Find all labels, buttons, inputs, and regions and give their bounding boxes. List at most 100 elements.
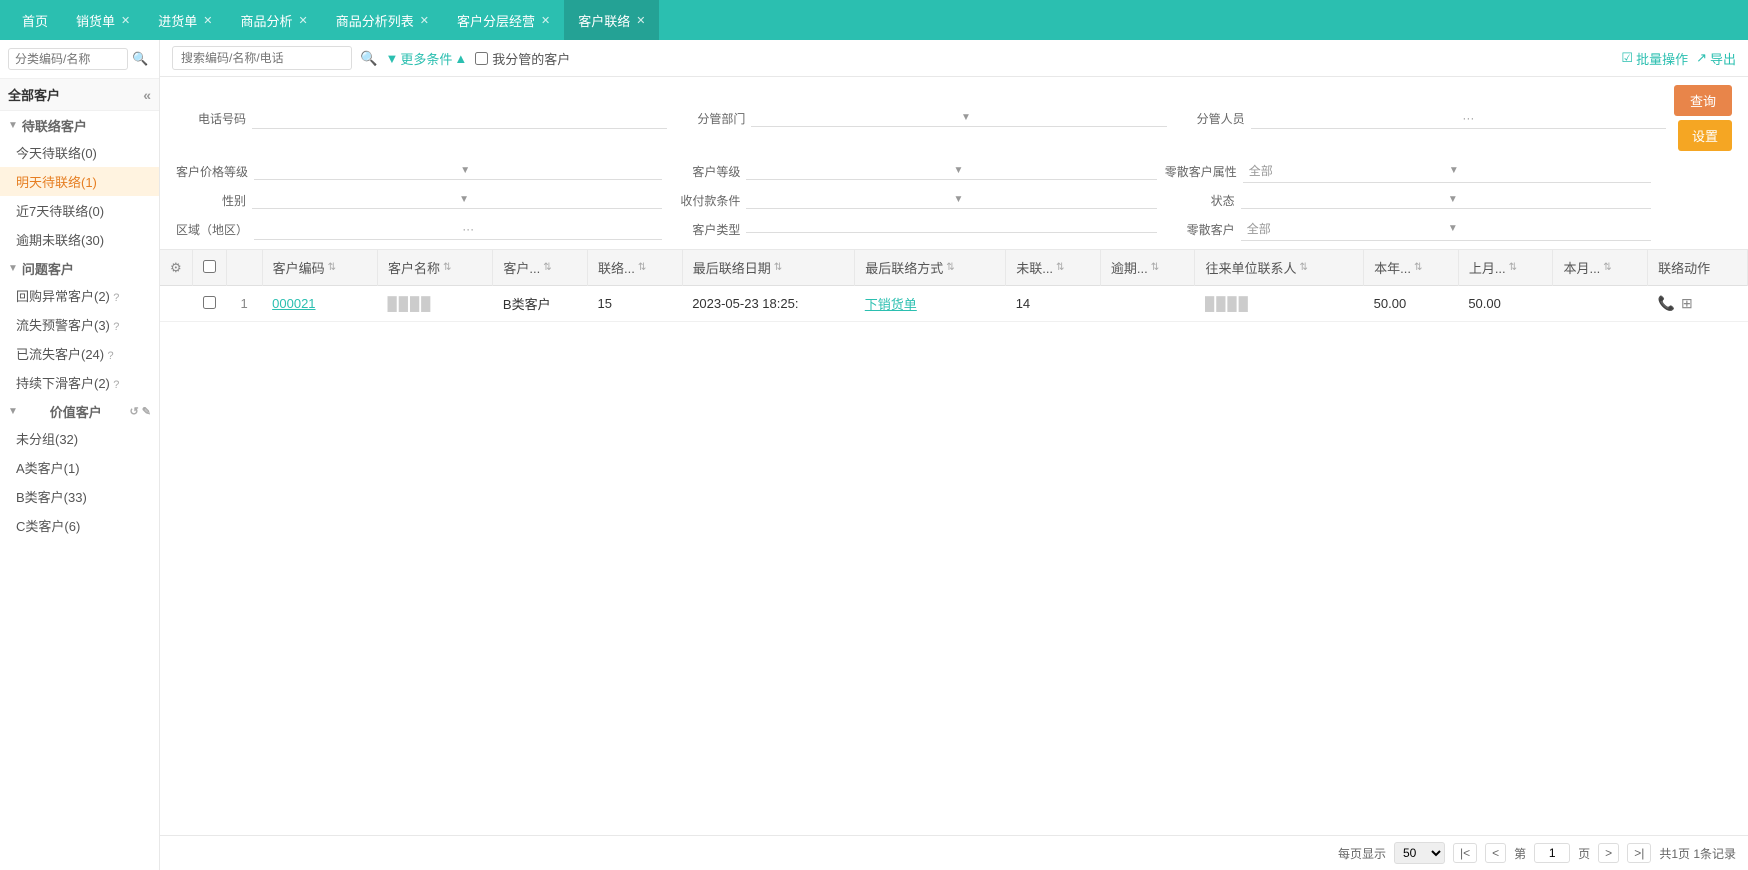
filter-manager-select[interactable]: ···: [1251, 108, 1666, 129]
filter-customer-value-level-select[interactable]: ▼: [254, 162, 662, 180]
sidebar-item-class-b[interactable]: B类客户(33): [0, 482, 159, 511]
nav-product-analysis[interactable]: 商品分析 ✕: [226, 0, 321, 40]
nav-home[interactable]: 首页: [8, 0, 62, 40]
filter-customer-level-select[interactable]: ▼: [746, 162, 1156, 180]
filter-phone-input[interactable]: [252, 108, 667, 129]
nav-customer-segment[interactable]: 客户分层经营 ✕: [443, 0, 564, 40]
filter-search-button[interactable]: 🔍: [360, 50, 377, 67]
sidebar-item-today[interactable]: 今天待联络(0): [0, 138, 159, 167]
nav-sales[interactable]: 销货单 ✕: [62, 0, 144, 40]
filter-region-select[interactable]: ···: [254, 219, 662, 240]
last-page-button[interactable]: >|: [1627, 843, 1651, 863]
table-gear-icon[interactable]: ⚙: [170, 260, 182, 275]
sort-this-month-icon[interactable]: ⇅: [1603, 262, 1611, 273]
last-contact-method-link[interactable]: 下销货单: [865, 297, 917, 312]
filter-search-input[interactable]: [172, 46, 352, 70]
filter-payment-select[interactable]: ▼: [746, 191, 1156, 209]
filter-gender-select[interactable]: ▼: [252, 191, 662, 209]
batch-op-button[interactable]: ☑ 批量操作: [1621, 49, 1688, 68]
sidebar-item-class-c[interactable]: C类客户(6): [0, 511, 159, 540]
sidebar-search-icon[interactable]: 🔍: [132, 51, 148, 67]
unit-contact-masked: ████: [1205, 296, 1250, 311]
region-dots-icon[interactable]: ···: [462, 222, 656, 236]
filter-dept-select[interactable]: ▼: [751, 109, 1166, 127]
sidebar-item-continuous-decline[interactable]: 持续下滑客户(2) ?: [0, 368, 159, 397]
filter-customer-type: 客户类型: [670, 221, 1156, 238]
sidebar-group-value: 价值客户 ↺ ✎: [0, 397, 159, 424]
filter-retail-customer: 零散客户 全部 ▼: [1165, 217, 1651, 241]
collapse-sidebar-icon[interactable]: «: [143, 87, 151, 103]
th-this-year: 本年... ⇅: [1364, 250, 1459, 286]
td-gear: [160, 286, 192, 322]
action-icons: 📞 ⊞: [1658, 295, 1738, 312]
customer-name-masked: ████: [388, 296, 433, 311]
filter-customer-type-select[interactable]: [746, 226, 1156, 233]
payment-chevron-icon: ▼: [954, 194, 1151, 205]
close-customer-segment-icon[interactable]: ✕: [541, 14, 550, 27]
sort-contacts-icon[interactable]: ⇅: [638, 262, 646, 273]
per-page-select[interactable]: 50 100 200: [1394, 842, 1445, 864]
filter-phone-label: 电话号码: [176, 110, 246, 127]
filter-retail-attr-select[interactable]: 全部 ▼: [1243, 159, 1651, 183]
sidebar-item-7days[interactable]: 近7天待联络(0): [0, 196, 159, 225]
sort-this-year-icon[interactable]: ⇅: [1414, 262, 1422, 273]
sort-overdue-icon[interactable]: ⇅: [1151, 262, 1159, 273]
manager-dots-icon[interactable]: ···: [1462, 111, 1660, 125]
filter-dept-label: 分管部门: [675, 110, 745, 127]
sidebar-item-overdue[interactable]: 逾期未联络(30): [0, 225, 159, 254]
query-button[interactable]: 查询: [1674, 85, 1732, 116]
filter-manager: 分管人员 ···: [1175, 108, 1666, 129]
sort-type-icon[interactable]: ⇅: [543, 262, 551, 273]
filter-retail-customer-select[interactable]: 全部 ▼: [1241, 217, 1651, 241]
filter-status-select[interactable]: ▼: [1241, 191, 1651, 209]
nav-purchase[interactable]: 进货单 ✕: [144, 0, 226, 40]
td-name: ████: [378, 286, 493, 322]
close-purchase-icon[interactable]: ✕: [203, 14, 212, 27]
my-customers-checkbox[interactable]: [475, 52, 488, 65]
nav-product-analysis-list[interactable]: 商品分析列表 ✕: [322, 0, 443, 40]
sidebar-item-lost-risk[interactable]: 流失预警客户(3) ?: [0, 310, 159, 339]
select-all-checkbox[interactable]: [203, 260, 216, 273]
customer-code-link[interactable]: 000021: [272, 296, 315, 311]
page-number-input[interactable]: [1534, 843, 1570, 863]
export-button[interactable]: ↗ 导出: [1696, 49, 1736, 68]
sort-name-icon[interactable]: ⇅: [443, 262, 451, 273]
filter-retail-attr-label: 零散客户属性: [1165, 163, 1237, 180]
sidebar-item-tomorrow[interactable]: 明天待联络(1): [0, 167, 159, 196]
grid-action-icon[interactable]: ⊞: [1681, 295, 1693, 312]
close-customer-contact-icon[interactable]: ✕: [636, 14, 645, 27]
filter-bar-right: ☑ 批量操作 ↗ 导出: [1621, 49, 1736, 68]
prev-page-button[interactable]: <: [1485, 843, 1506, 863]
sidebar-item-repurchase-abnormal[interactable]: 回购异常客户(2) ?: [0, 281, 159, 310]
settings-button[interactable]: 设置: [1678, 120, 1732, 151]
total-label: 共1页 1条记录: [1659, 845, 1736, 862]
close-sales-icon[interactable]: ✕: [121, 14, 130, 27]
sort-method-icon[interactable]: ⇅: [946, 262, 954, 273]
filter-customer-type-label: 客户类型: [670, 221, 740, 238]
td-last-month: 50.00: [1458, 286, 1553, 322]
next-page-button[interactable]: >: [1598, 843, 1619, 863]
sort-last-date-icon[interactable]: ⇅: [774, 262, 782, 273]
sidebar-search-area: 🔍: [0, 40, 159, 79]
filter-more-conditions-button[interactable]: ▼ 更多条件 ▲: [385, 49, 467, 68]
phone-action-icon[interactable]: 📞: [1658, 295, 1675, 312]
sort-uncontacted-icon[interactable]: ⇅: [1056, 262, 1064, 273]
row-checkbox[interactable]: [203, 296, 216, 309]
first-page-button[interactable]: |<: [1453, 843, 1477, 863]
td-this-month: [1553, 286, 1648, 322]
sort-unit-contact-icon[interactable]: ⇅: [1300, 262, 1308, 273]
sidebar-search-input[interactable]: [8, 48, 128, 70]
sort-last-month-icon[interactable]: ⇅: [1509, 262, 1517, 273]
filter-bar: 🔍 ▼ 更多条件 ▲ 我分管的客户 ☑ 批量操作 ↗ 导出: [160, 40, 1748, 77]
sidebar-item-ungrouped[interactable]: 未分组(32): [0, 424, 159, 453]
close-product-analysis-icon[interactable]: ✕: [299, 14, 308, 27]
filter-row-2: 客户价格等级 ▼ 客户等级 ▼ 零散客户属性 全部: [176, 159, 1732, 183]
sort-code-icon[interactable]: ⇅: [328, 262, 336, 273]
customer-level-chevron-icon: ▼: [954, 165, 1151, 176]
sidebar-item-class-a[interactable]: A类客户(1): [0, 453, 159, 482]
sidebar-item-lost[interactable]: 已流失客户(24) ?: [0, 339, 159, 368]
all-customers-header[interactable]: 全部客户 «: [0, 79, 159, 111]
nav-customer-contact[interactable]: 客户联络 ✕: [564, 0, 659, 40]
my-customers-checkbox-label[interactable]: 我分管的客户: [475, 49, 570, 68]
close-product-analysis-list-icon[interactable]: ✕: [420, 14, 429, 27]
